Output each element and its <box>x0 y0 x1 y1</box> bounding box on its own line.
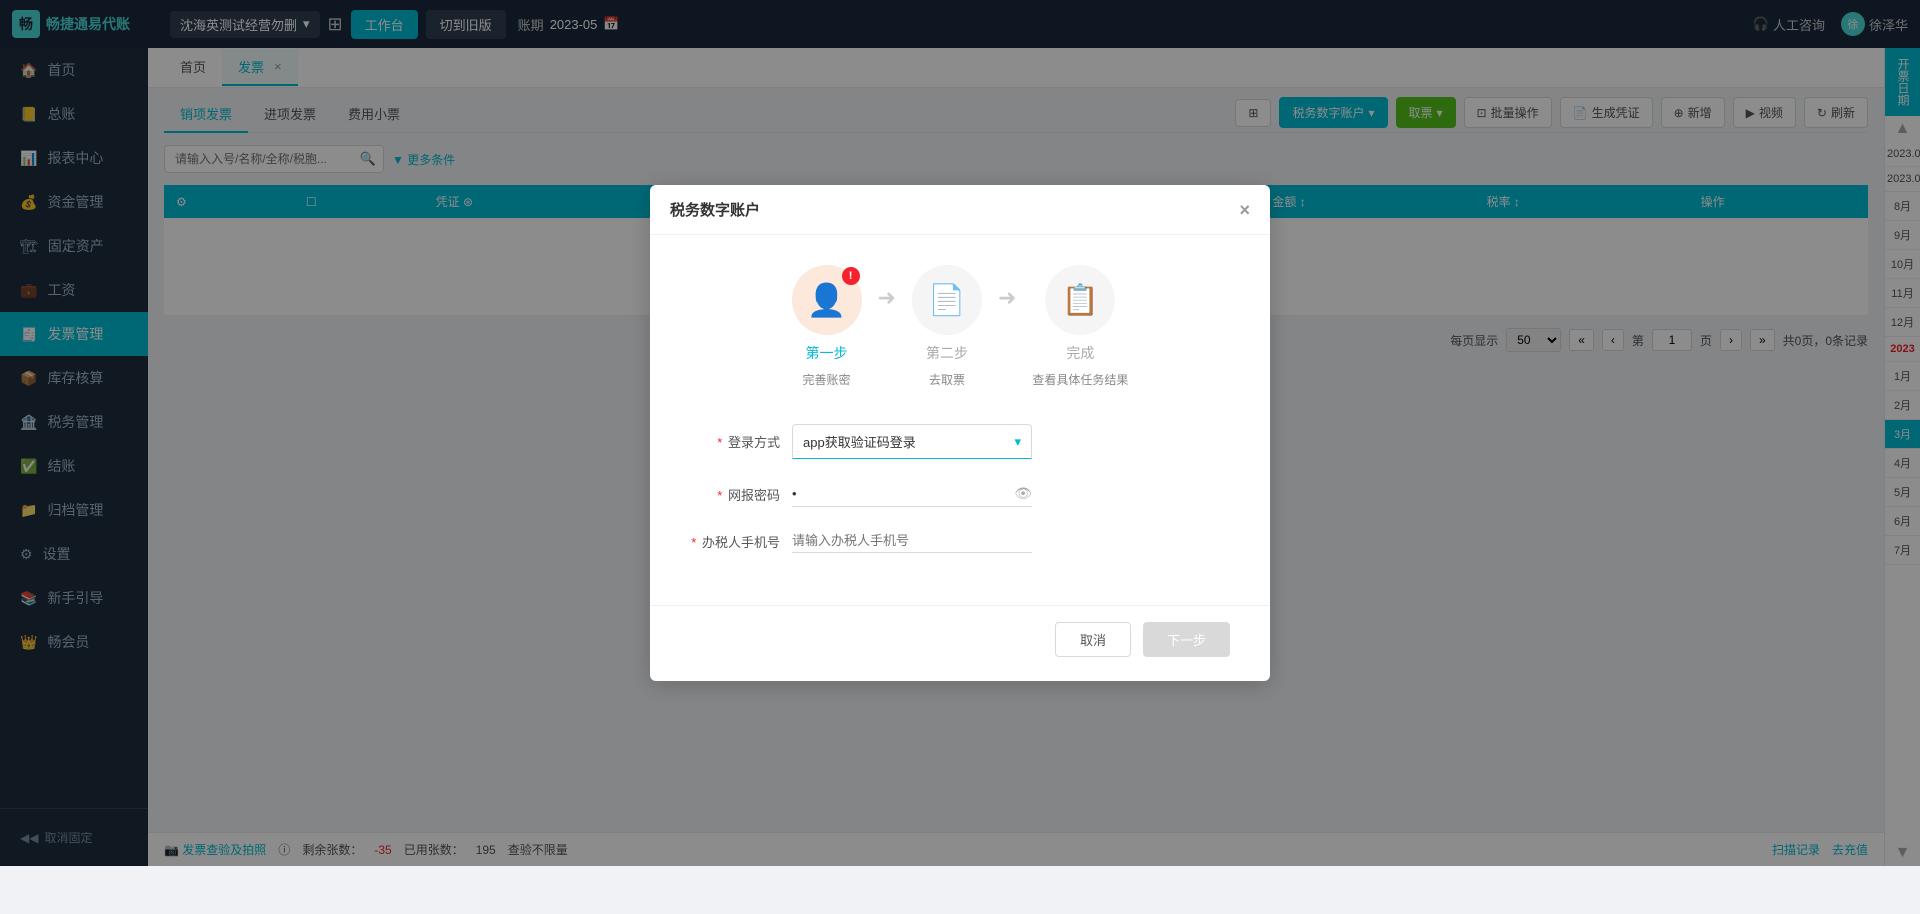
step3-icon: 📋 <box>1045 265 1115 335</box>
dialog-overlay: 税务数字账户 × 👤 ! 第一步 完善账密 ➜ <box>0 0 1920 866</box>
dialog-close-btn[interactable]: × <box>1239 201 1250 219</box>
login-method-value: app获取验证码登录 <box>803 432 916 451</box>
login-method-select[interactable]: app获取验证码登录 ▾ <box>792 424 1032 459</box>
step1-title: 第一步 <box>806 343 848 363</box>
password-label: * 网报密码 <box>690 485 780 504</box>
step-2: 📄 第二步 去取票 <box>912 265 982 388</box>
phone-label: * 办税人手机号 <box>690 532 780 551</box>
dialog-body: 👤 ! 第一步 完善账密 ➜ 📄 第二步 去取票 ➜ <box>650 235 1270 605</box>
step2-desc: 去取票 <box>929 371 965 388</box>
phone-wrapper <box>792 529 1032 553</box>
step3-desc: 查看具体任务结果 <box>1032 371 1128 388</box>
step1-desc: 完善账密 <box>803 371 851 388</box>
phone-row: * 办税人手机号 <box>690 529 1230 553</box>
eye-toggle-icon[interactable]: 👁 <box>1014 485 1032 502</box>
dialog-title: 税务数字账户 <box>670 199 760 220</box>
password-input[interactable] <box>792 486 1014 501</box>
login-method-label: * 登录方式 <box>690 432 780 451</box>
step2-icon: 📄 <box>912 265 982 335</box>
step3-title: 完成 <box>1066 343 1094 363</box>
step-1: 👤 ! 第一步 完善账密 <box>792 265 862 388</box>
select-dropdown-icon: ▾ <box>1014 434 1021 450</box>
cancel-button[interactable]: 取消 <box>1055 622 1131 657</box>
arrow-2: ➜ <box>982 285 1032 311</box>
password-wrapper: 👁 <box>792 481 1032 507</box>
steps-row: 👤 ! 第一步 完善账密 ➜ 📄 第二步 去取票 ➜ <box>690 265 1230 388</box>
step1-icon: 👤 ! <box>792 265 862 335</box>
tax-digital-dialog: 税务数字账户 × 👤 ! 第一步 完善账密 ➜ <box>650 185 1270 681</box>
arrow-1: ➜ <box>862 285 912 311</box>
phone-input[interactable] <box>792 533 1032 548</box>
step-3: 📋 完成 查看具体任务结果 <box>1032 265 1128 388</box>
password-row: * 网报密码 👁 <box>690 481 1230 507</box>
dialog-header: 税务数字账户 × <box>650 185 1270 235</box>
step2-title: 第二步 <box>926 343 968 363</box>
next-button[interactable]: 下一步 <box>1143 622 1230 657</box>
step1-badge: ! <box>842 267 860 285</box>
login-method-row: * 登录方式 app获取验证码登录 ▾ <box>690 424 1230 459</box>
dialog-footer: 取消 下一步 <box>650 605 1270 681</box>
